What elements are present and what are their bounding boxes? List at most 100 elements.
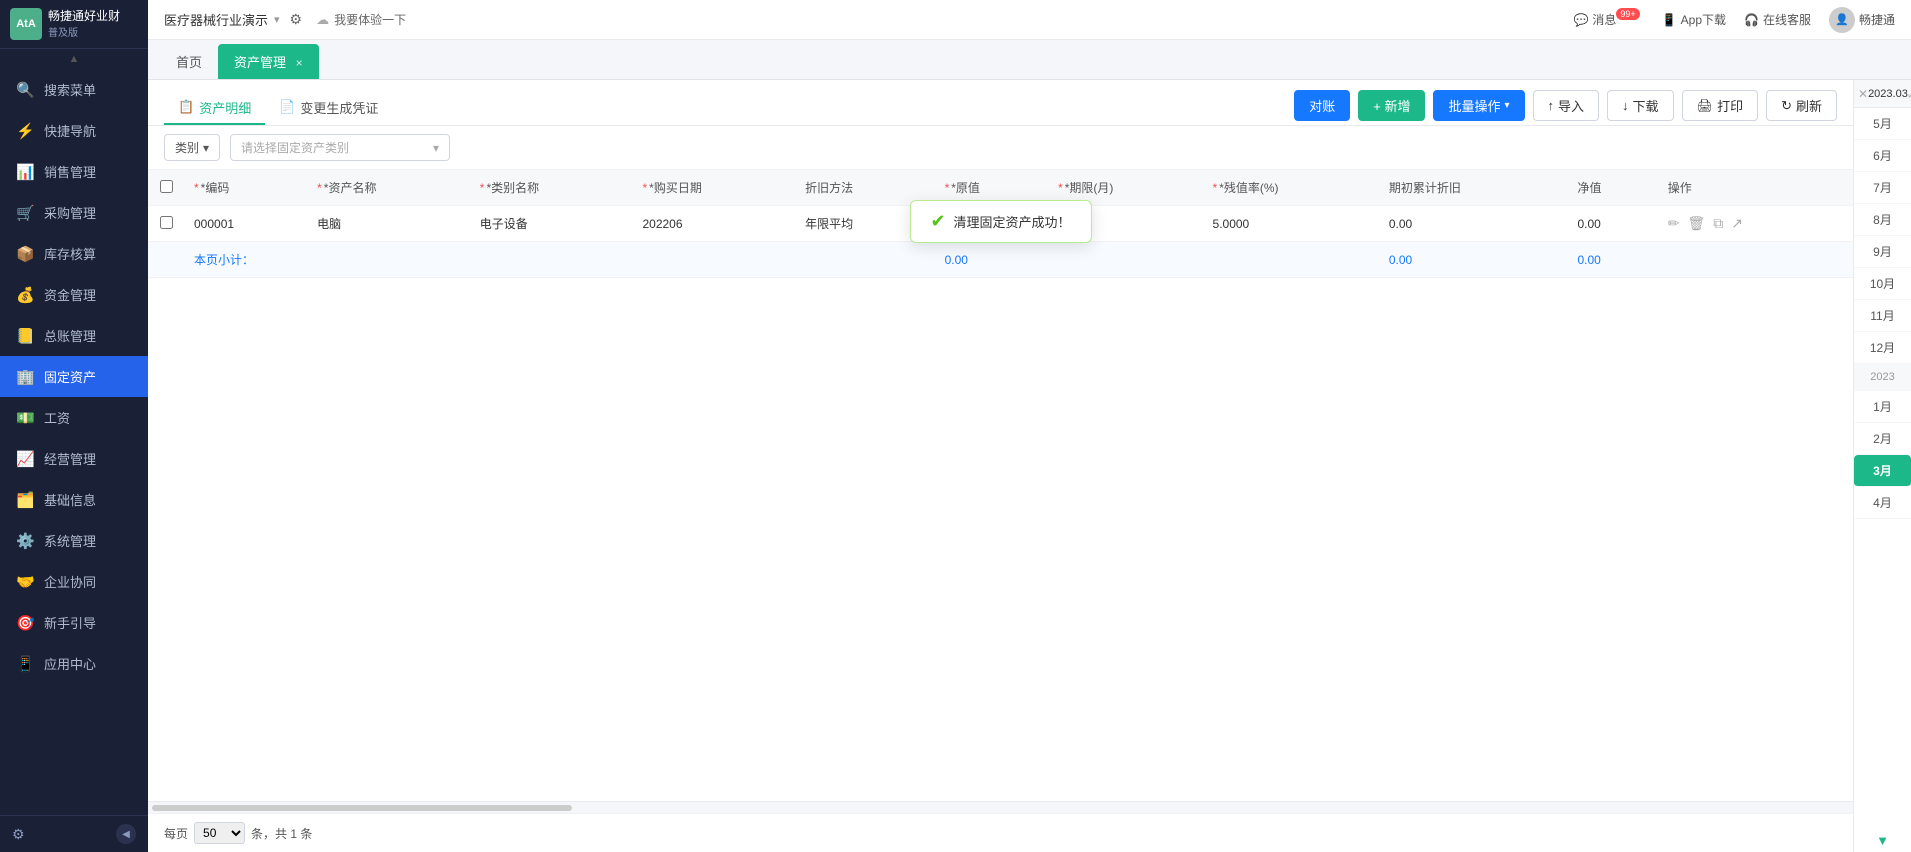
print-icon: 🖨: [1697, 98, 1714, 114]
tab-assets-management[interactable]: 资产管理 ×: [218, 44, 319, 79]
sidebar-item-cooperation[interactable]: 🤝 企业协同: [0, 561, 148, 602]
sidebar-item-purchase[interactable]: 🛒 采购管理: [0, 192, 148, 233]
download-button[interactable]: ↓ 下载: [1607, 90, 1674, 121]
scrollbar-thumb[interactable]: [152, 805, 572, 811]
sidebar-scroll-up[interactable]: ▲: [69, 53, 80, 65]
th-code: *编码: [184, 170, 307, 206]
sidebar-item-operations[interactable]: 📈 经营管理: [0, 438, 148, 479]
inventory-icon: 📦: [16, 245, 34, 263]
sidebar-item-search[interactable]: 🔍 搜索菜单: [0, 69, 148, 110]
subtab-asset-detail-label: 资产明细: [199, 98, 251, 117]
duizhang-button[interactable]: 对账: [1294, 90, 1350, 121]
message-icon: 💬: [1573, 13, 1588, 27]
row-action-cell: ✏ 🗑 ⧉ ↗: [1658, 206, 1853, 242]
calendar-month-item[interactable]: 10月: [1854, 268, 1911, 300]
ledger-icon: 📒: [16, 327, 34, 345]
sidebar-item-sales[interactable]: 📊 销售管理: [0, 151, 148, 192]
subtabs: 📋 资产明细 📄 变更生成凭证 对账 + 新增 批量操作: [148, 80, 1853, 126]
batch-button[interactable]: 批量操作 ▾: [1433, 90, 1524, 121]
quicknav-icon: ⚡: [16, 122, 34, 140]
calendar-month-item[interactable]: 2月: [1854, 423, 1911, 455]
sidebar-item-system[interactable]: ⚙️ 系统管理: [0, 520, 148, 561]
sidebar-collapse-button[interactable]: ◀: [116, 824, 136, 844]
refresh-button[interactable]: ↻ 刷新: [1766, 90, 1837, 121]
export-icon: ↑: [1548, 98, 1555, 113]
calendar-close-icon[interactable]: ✕: [1858, 87, 1868, 101]
new-button[interactable]: + 新增: [1358, 90, 1425, 121]
change-voucher-icon: 📄: [279, 99, 295, 115]
base-icon: 🗂️: [16, 491, 34, 509]
calendar-down-icon[interactable]: ▼: [1876, 833, 1889, 848]
calendar-month-item[interactable]: 8月: [1854, 204, 1911, 236]
calendar-month-item[interactable]: 5月: [1854, 108, 1911, 140]
sidebar-item-base[interactable]: 🗂️ 基础信息: [0, 479, 148, 520]
more-icon[interactable]: ↗: [1731, 215, 1743, 232]
app-download-button[interactable]: 📱 App下载: [1662, 11, 1726, 28]
row-name: 电脑: [307, 206, 470, 242]
sidebar-nav: 🔍 搜索菜单 ⚡ 快捷导航 📊 销售管理 🛒 采购管理 📦 库存核算 💰 资金管…: [0, 69, 148, 815]
company-selector[interactable]: 医疗器械行业演示 ▾: [164, 10, 280, 29]
total-label: 条，共 1 条: [251, 825, 312, 842]
user-menu[interactable]: 👤 畅捷通: [1829, 7, 1895, 33]
calendar-month-item[interactable]: 6月: [1854, 140, 1911, 172]
category-filter-arrow: ▾: [203, 141, 209, 155]
message-button[interactable]: 💬 消息 99+: [1573, 11, 1643, 28]
per-page-select[interactable]: 50 100 200: [194, 822, 245, 844]
copy-icon[interactable]: ⧉: [1713, 215, 1723, 232]
select-all-checkbox[interactable]: [160, 180, 173, 193]
sales-icon: 📊: [16, 163, 34, 181]
salary-icon: 💵: [16, 409, 34, 427]
tab-home[interactable]: 首页: [160, 44, 218, 79]
experience-button[interactable]: ☁ 我要体验一下: [316, 11, 406, 28]
sidebar-item-label: 新手引导: [44, 613, 96, 632]
filter-row: 类别 ▾ 请选择固定资产类别 ▾: [148, 126, 1853, 170]
print-button[interactable]: 🖨 打印: [1682, 90, 1759, 121]
horizontal-scrollbar[interactable]: [148, 801, 1853, 813]
sidebar-item-finance[interactable]: 💰 资金管理: [0, 274, 148, 315]
sidebar-item-inventory[interactable]: 📦 库存核算: [0, 233, 148, 274]
download-icon: ↓: [1622, 98, 1629, 113]
sidebar-item-label: 企业协同: [44, 572, 96, 591]
delete-icon[interactable]: 🗑: [1687, 215, 1705, 232]
pagination-bar: 每页 50 100 200 条，共 1 条: [148, 813, 1853, 852]
sidebar-item-quicknav[interactable]: ⚡ 快捷导航: [0, 110, 148, 151]
tab-close-icon[interactable]: ×: [296, 56, 303, 70]
sidebar-item-apps[interactable]: 📱 应用中心: [0, 643, 148, 684]
th-residual-rate: *残值率(%): [1203, 170, 1379, 206]
calendar-month-item[interactable]: 1月: [1854, 391, 1911, 423]
calendar-month-item[interactable]: 9月: [1854, 236, 1911, 268]
calendar-year-month: 2023.03: [1868, 88, 1908, 100]
subtab-change-voucher-label: 变更生成凭证: [300, 98, 378, 117]
finance-icon: 💰: [16, 286, 34, 304]
calendar-header: ✕ 2023.03 ⤢: [1854, 80, 1911, 108]
calendar-month-item[interactable]: 11月: [1854, 300, 1911, 332]
subtab-asset-detail[interactable]: 📋 资产明细: [164, 92, 265, 125]
category-select[interactable]: 请选择固定资产类别 ▾: [230, 134, 450, 161]
row-checkbox[interactable]: [160, 216, 173, 229]
category-select-arrow: ▾: [433, 141, 439, 155]
sidebar-item-salary[interactable]: 💵 工资: [0, 397, 148, 438]
sidebar-item-ledger[interactable]: 📒 总账管理: [0, 315, 148, 356]
sidebar-item-guide[interactable]: 🎯 新手引导: [0, 602, 148, 643]
calendar-month-item[interactable]: 12月: [1854, 332, 1911, 364]
subtotal-rate: [1203, 242, 1379, 278]
mobile-icon: 📱: [1662, 13, 1677, 27]
sidebar-item-assets[interactable]: 🏢 固定资产: [0, 356, 148, 397]
calendar-month-item[interactable]: 3月: [1854, 455, 1911, 487]
calendar-month-item[interactable]: 4月: [1854, 487, 1911, 519]
settings-gear-icon[interactable]: ⚙: [12, 826, 25, 843]
sidebar: AtA 畅捷通好业财 普及版 ▲ 🔍 搜索菜单 ⚡ 快捷导航 📊 销售管理 🛒 …: [0, 0, 148, 852]
category-filter-label[interactable]: 类别 ▾: [164, 134, 220, 161]
calendar-month-item[interactable]: 2023: [1854, 364, 1911, 391]
category-placeholder: 请选择固定资产类别: [241, 139, 349, 156]
per-page-label: 每页: [164, 825, 188, 842]
table-wrap: ✔ 清理固定资产成功！ *编码 *资产名称 *类别名称 *购买日期: [148, 170, 1853, 801]
edit-icon[interactable]: ✏: [1668, 215, 1680, 232]
calendar-month-item[interactable]: 7月: [1854, 172, 1911, 204]
right-calendar-panel: ✕ 2023.03 ⤢ 5月6月7月8月9月10月11月12月20231月2月3…: [1853, 80, 1911, 852]
export-button[interactable]: ↑ 导入: [1533, 90, 1600, 121]
topbar-settings-icon[interactable]: ⚙: [290, 11, 303, 28]
subtab-change-voucher[interactable]: 📄 变更生成凭证: [265, 92, 392, 125]
online-service-button[interactable]: 🎧 在线客服: [1744, 11, 1811, 28]
row-checkbox-cell: [148, 206, 184, 242]
